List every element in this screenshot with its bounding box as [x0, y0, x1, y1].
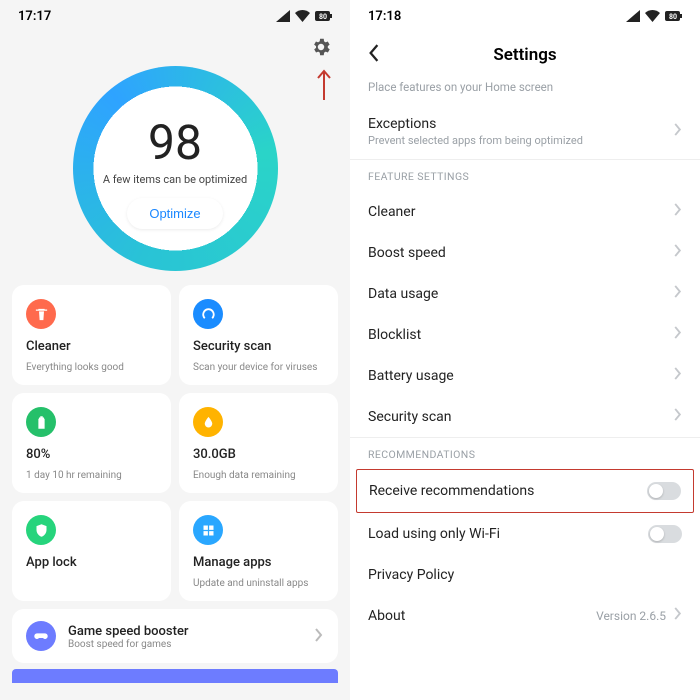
- privacy-row[interactable]: Privacy Policy: [350, 555, 700, 595]
- row-title: Cleaner: [368, 204, 674, 220]
- status-time: 17:18: [368, 9, 401, 24]
- trash-icon: [26, 299, 56, 329]
- receive-recommendations-toggle[interactable]: [647, 482, 681, 500]
- status-icons: 80: [626, 10, 682, 22]
- chevron-right-icon: [674, 285, 682, 302]
- feature-cards: Cleaner Everything looks good Security s…: [0, 285, 350, 683]
- gamepad-icon: [26, 621, 56, 651]
- row-title: Blocklist: [368, 327, 674, 343]
- signal-icon: [276, 10, 290, 22]
- row-title: Security scan: [368, 409, 674, 425]
- card-title: Security scan: [193, 339, 324, 354]
- chevron-right-icon: [674, 607, 682, 624]
- row-title: Receive recommendations: [369, 483, 647, 499]
- row-title: About: [368, 608, 596, 624]
- exceptions-row[interactable]: Exceptions Prevent selected apps from be…: [350, 104, 700, 159]
- row-title: Privacy Policy: [368, 567, 682, 583]
- row-sub: Prevent selected apps from being optimiz…: [368, 134, 674, 147]
- applock-card[interactable]: App lock: [12, 501, 171, 601]
- receive-recommendations-row[interactable]: Receive recommendations: [356, 469, 694, 513]
- settings-button[interactable]: [310, 36, 332, 58]
- version-label: Version 2.6.5: [596, 609, 666, 623]
- score-ring: 98 A few items can be optimized Optimize: [73, 66, 278, 271]
- gear-icon: [310, 36, 332, 58]
- score-section: 98 A few items can be optimized Optimize: [0, 66, 350, 271]
- score-value: 98: [148, 114, 202, 171]
- score-subtitle: A few items can be optimized: [103, 173, 247, 186]
- page-title: Settings: [386, 45, 664, 65]
- svg-text:80: 80: [319, 13, 327, 21]
- card-title: Cleaner: [26, 339, 157, 354]
- row-title: Boost speed: [368, 245, 674, 261]
- section-recommendations: RECOMMENDATIONS: [350, 437, 700, 469]
- card-title: Game speed booster: [68, 624, 302, 639]
- row-title: Data usage: [368, 286, 674, 302]
- card-sub: 1 day 10 hr remaining: [26, 470, 157, 481]
- chevron-right-icon: [674, 326, 682, 343]
- row-title: Exceptions: [368, 116, 674, 132]
- battery-icon: [26, 407, 56, 437]
- chevron-right-icon: [674, 244, 682, 261]
- card-title: App lock: [26, 555, 157, 570]
- security-row[interactable]: Security scan: [350, 396, 700, 437]
- wifi-only-row[interactable]: Load using only Wi-Fi: [350, 513, 700, 555]
- chevron-right-icon: [674, 367, 682, 384]
- battery-icon: 80: [315, 10, 332, 22]
- wifi-icon: [295, 10, 310, 22]
- row-title: Battery usage: [368, 368, 674, 384]
- cleaner-card[interactable]: Cleaner Everything looks good: [12, 285, 171, 385]
- scan-icon: [193, 299, 223, 329]
- about-row[interactable]: About Version 2.6.5: [350, 595, 700, 636]
- card-title: Manage apps: [193, 555, 324, 570]
- droplet-icon: [193, 407, 223, 437]
- data-card[interactable]: 30.0GB Enough data remaining: [179, 393, 338, 493]
- security-scan-card[interactable]: Security scan Scan your device for virus…: [179, 285, 338, 385]
- status-bar: 17:18 80: [350, 0, 700, 32]
- signal-icon: [626, 10, 640, 22]
- card-title: 30.0GB: [193, 447, 324, 462]
- card-sub: Update and uninstall apps: [193, 578, 324, 589]
- status-time: 17:17: [18, 9, 51, 24]
- status-bar: 17:17 80: [0, 0, 350, 32]
- manage-apps-card[interactable]: Manage apps Update and uninstall apps: [179, 501, 338, 601]
- card-sub: Enough data remaining: [193, 470, 324, 481]
- section-feature-settings: FEATURE SETTINGS: [350, 159, 700, 191]
- game-booster-card[interactable]: Game speed booster Boost speed for games: [12, 609, 338, 663]
- shield-icon: [26, 515, 56, 545]
- chevron-left-icon: [368, 44, 380, 62]
- home-screen-sub: Place features on your Home screen: [350, 80, 700, 104]
- chevron-right-icon: [674, 123, 682, 140]
- back-button[interactable]: [368, 44, 386, 66]
- card-title: 80%: [26, 447, 157, 462]
- security-app-screen: 17:17 80 98 A few items can be optimized…: [0, 0, 350, 700]
- data-usage-row[interactable]: Data usage: [350, 273, 700, 314]
- card-sub: Scan your device for viruses: [193, 362, 324, 373]
- chevron-right-icon: [674, 408, 682, 425]
- wifi-icon: [645, 10, 660, 22]
- settings-screen: 17:18 80 Settings Place features on your…: [350, 0, 700, 700]
- row-title: Load using only Wi-Fi: [368, 526, 648, 542]
- blocklist-row[interactable]: Blocklist: [350, 314, 700, 355]
- card-sub: Everything looks good: [26, 362, 157, 373]
- partial-card: [12, 669, 338, 683]
- status-icons: 80: [276, 10, 332, 22]
- header: Settings: [350, 32, 700, 80]
- cleaner-row[interactable]: Cleaner: [350, 191, 700, 232]
- boost-row[interactable]: Boost speed: [350, 232, 700, 273]
- optimize-button[interactable]: Optimize: [127, 198, 222, 229]
- card-sub: Boost speed for games: [68, 639, 302, 650]
- battery-icon: 80: [665, 10, 682, 22]
- annotation-arrow-icon: [316, 68, 332, 100]
- battery-row[interactable]: Battery usage: [350, 355, 700, 396]
- chevron-right-icon: [674, 203, 682, 220]
- battery-card[interactable]: 80% 1 day 10 hr remaining: [12, 393, 171, 493]
- chevron-right-icon: [314, 627, 324, 646]
- apps-grid-icon: [193, 515, 223, 545]
- svg-text:80: 80: [669, 13, 677, 21]
- wifi-only-toggle[interactable]: [648, 525, 682, 543]
